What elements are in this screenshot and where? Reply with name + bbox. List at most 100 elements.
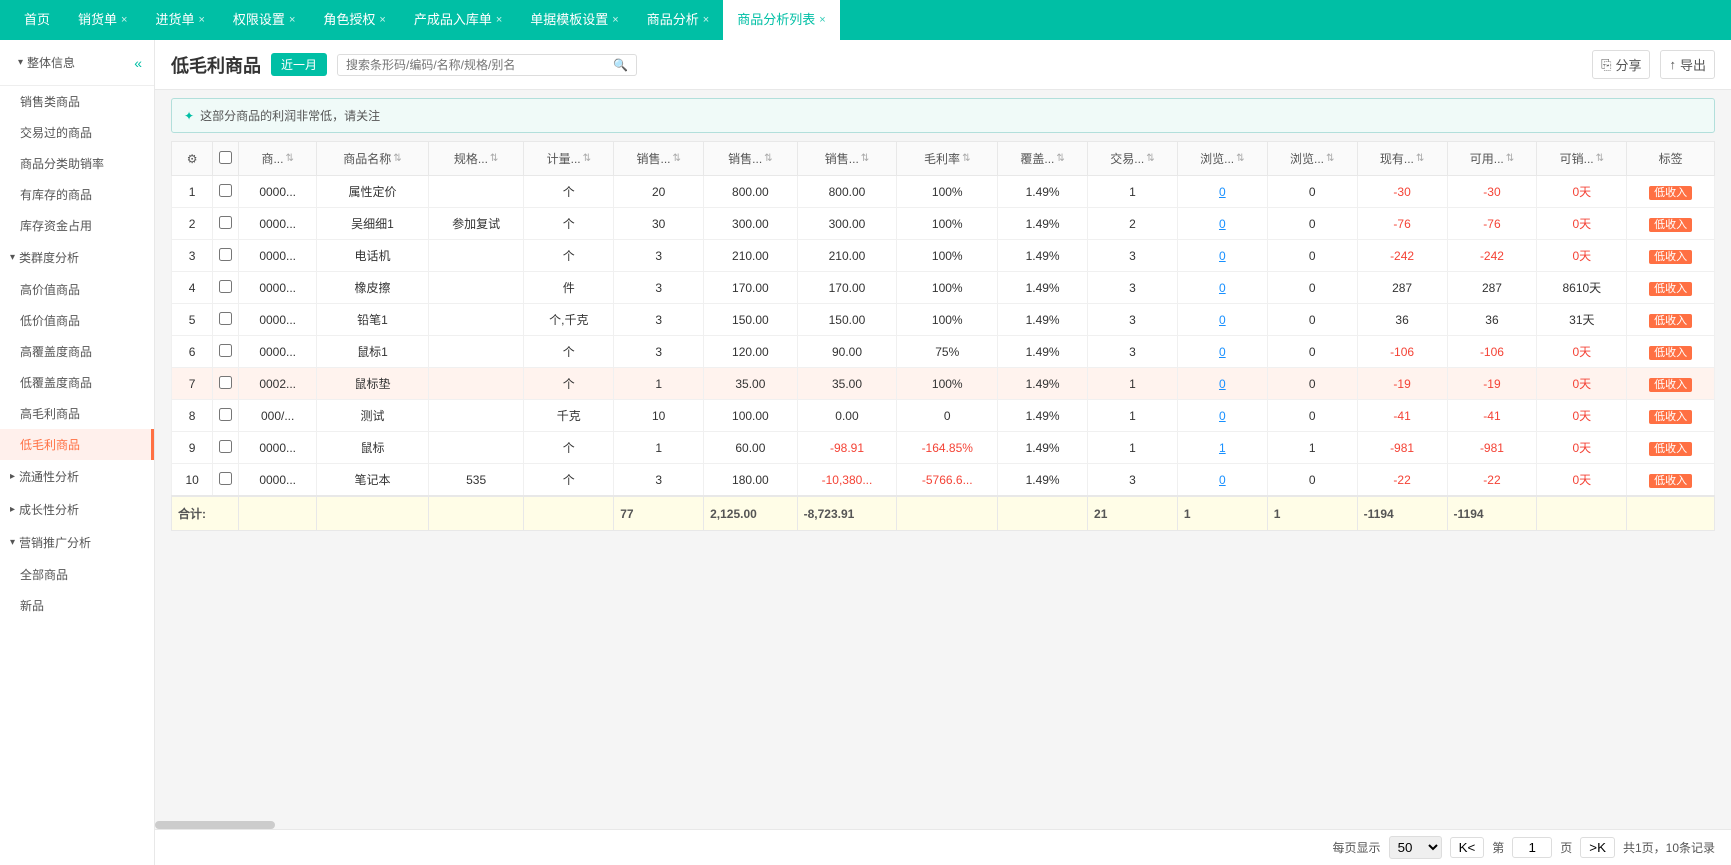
share-button[interactable]: ⎘ 分享 — [1592, 50, 1650, 79]
next-page-button[interactable]: >K — [1580, 837, 1615, 858]
sidebar-group-growth[interactable]: ▸ 成长性分析 — [0, 493, 154, 526]
row-name[interactable]: 鼠标1 — [317, 336, 429, 368]
nav-templates[interactable]: 单据模板设置× — [516, 0, 632, 40]
row-checkbox[interactable] — [219, 248, 232, 261]
col-browse2[interactable]: 浏览...⇅ — [1267, 142, 1357, 176]
row-name[interactable]: 鼠标 — [317, 432, 429, 464]
row-checkbox[interactable] — [219, 408, 232, 421]
close-icon[interactable]: × — [496, 0, 502, 40]
row-browse1[interactable]: 1 — [1177, 432, 1267, 464]
row-browse1[interactable]: 0 — [1177, 304, 1267, 336]
sidebar-item-category-rate[interactable]: 商品分类助销率 — [0, 148, 154, 179]
row-code: 0002... — [239, 368, 317, 400]
row-browse1[interactable]: 0 — [1177, 464, 1267, 497]
sidebar-collapse-button[interactable]: « — [130, 55, 146, 71]
row-checkbox[interactable] — [219, 440, 232, 453]
row-name[interactable]: 吴细细1 — [317, 208, 429, 240]
close-icon[interactable]: × — [121, 0, 127, 40]
row-checkbox[interactable] — [219, 184, 232, 197]
close-icon[interactable]: × — [289, 0, 295, 40]
col-transaction[interactable]: 交易...⇅ — [1088, 142, 1178, 176]
row-browse1[interactable]: 0 — [1177, 336, 1267, 368]
row-browse1[interactable]: 0 — [1177, 400, 1267, 432]
nav-permissions[interactable]: 权限设置× — [219, 0, 309, 40]
col-name[interactable]: 商品名称⇅ — [317, 142, 429, 176]
sidebar-item-high-profit[interactable]: 高毛利商品 — [0, 398, 154, 429]
row-browse1[interactable]: 0 — [1177, 176, 1267, 208]
table-row: 1 0000... 属性定价 个 20 800.00 800.00 100% 1… — [172, 176, 1715, 208]
nav-sales[interactable]: 销货单× — [64, 0, 141, 40]
nav-analysis[interactable]: 商品分析× — [633, 0, 723, 40]
nav-home[interactable]: 首页 — [10, 0, 64, 40]
close-icon[interactable]: × — [612, 0, 618, 40]
close-icon[interactable]: × — [703, 0, 709, 40]
sidebar-item-traded-goods[interactable]: 交易过的商品 — [0, 117, 154, 148]
search-input[interactable] — [346, 58, 613, 72]
date-filter-button[interactable]: 近一月 — [271, 53, 327, 76]
nav-analysis-list[interactable]: 商品分析列表× — [723, 0, 839, 40]
sidebar-item-high-value[interactable]: 高价值商品 — [0, 274, 154, 305]
col-settings[interactable]: ⚙ — [172, 142, 213, 176]
sidebar-item-low-coverage[interactable]: 低覆盖度商品 — [0, 367, 154, 398]
col-unit[interactable]: 计量...⇅ — [524, 142, 614, 176]
scrollbar-thumb[interactable] — [155, 821, 275, 829]
col-spec[interactable]: 规格...⇅ — [428, 142, 524, 176]
first-page-button[interactable]: K< — [1450, 837, 1485, 858]
search-icon[interactable]: 🔍 — [613, 58, 628, 72]
row-name[interactable]: 橡皮擦 — [317, 272, 429, 304]
row-browse1[interactable]: 0 — [1177, 368, 1267, 400]
sidebar-item-all-goods[interactable]: 全部商品 — [0, 559, 154, 590]
nav-purchase[interactable]: 进货单× — [141, 0, 218, 40]
col-gross-rate[interactable]: 毛利率⇅ — [897, 142, 998, 176]
table-row: 9 0000... 鼠标 个 1 60.00 -98.91 -164.85% 1… — [172, 432, 1715, 464]
col-browse1[interactable]: 浏览...⇅ — [1177, 142, 1267, 176]
horizontal-scrollbar[interactable] — [155, 821, 1731, 829]
row-browse1[interactable]: 0 — [1177, 240, 1267, 272]
export-button[interactable]: ↑ 导出 — [1660, 50, 1715, 79]
row-name[interactable]: 铅笔1 — [317, 304, 429, 336]
row-name[interactable]: 属性定价 — [317, 176, 429, 208]
col-coverage[interactable]: 覆盖...⇅ — [998, 142, 1088, 176]
nav-products[interactable]: 产成品入库单× — [400, 0, 516, 40]
sidebar-item-low-value[interactable]: 低价值商品 — [0, 305, 154, 336]
row-name[interactable]: 笔记本 — [317, 464, 429, 497]
row-name[interactable]: 测试 — [317, 400, 429, 432]
sidebar-group-overall[interactable]: ▾ 整体信息 — [8, 46, 85, 79]
nav-roles[interactable]: 角色授权× — [309, 0, 399, 40]
row-checkbox[interactable] — [219, 376, 232, 389]
row-checkbox[interactable] — [219, 280, 232, 293]
col-tag[interactable]: 标签 — [1627, 142, 1715, 176]
page-number-input[interactable] — [1512, 837, 1552, 858]
row-saleable: 8610天 — [1537, 272, 1627, 304]
close-icon[interactable]: × — [819, 0, 825, 40]
row-checkbox[interactable] — [219, 344, 232, 357]
sidebar-group-flow[interactable]: ▸ 流通性分析 — [0, 460, 154, 493]
row-browse1[interactable]: 0 — [1177, 272, 1267, 304]
sidebar-item-low-profit[interactable]: 低毛利商品 — [0, 429, 154, 460]
col-sales-qty[interactable]: 销售...⇅ — [614, 142, 704, 176]
sidebar-item-sales-goods[interactable]: 销售类商品 — [0, 86, 154, 117]
sidebar-item-high-coverage[interactable]: 高覆盖度商品 — [0, 336, 154, 367]
row-checkbox[interactable] — [219, 472, 232, 485]
per-page-select[interactable]: 50 100 — [1389, 836, 1442, 859]
row-sales-price: 60.00 — [704, 432, 797, 464]
row-browse1[interactable]: 0 — [1177, 208, 1267, 240]
row-checkbox[interactable] — [219, 312, 232, 325]
row-name[interactable]: 电话机 — [317, 240, 429, 272]
row-checkbox[interactable] — [219, 216, 232, 229]
col-current[interactable]: 现有...⇅ — [1357, 142, 1447, 176]
row-name[interactable]: 鼠标垫 — [317, 368, 429, 400]
col-sales-price[interactable]: 销售...⇅ — [704, 142, 797, 176]
sidebar-item-stock-goods[interactable]: 有库存的商品 — [0, 179, 154, 210]
close-icon[interactable]: × — [198, 0, 204, 40]
sidebar-item-new-goods[interactable]: 新品 — [0, 590, 154, 621]
sidebar-group-marketing[interactable]: ▾ 营销推广分析 — [0, 526, 154, 559]
col-available[interactable]: 可用...⇅ — [1447, 142, 1537, 176]
select-all-checkbox[interactable] — [219, 151, 232, 164]
close-icon[interactable]: × — [379, 0, 385, 40]
col-saleable[interactable]: 可销...⇅ — [1537, 142, 1627, 176]
col-sales-profit[interactable]: 销售...⇅ — [797, 142, 897, 176]
col-code[interactable]: 商...⇅ — [239, 142, 317, 176]
sidebar-group-cluster[interactable]: ▾ 类群度分析 — [0, 241, 154, 274]
sidebar-item-stock-capital[interactable]: 库存资金占用 — [0, 210, 154, 241]
